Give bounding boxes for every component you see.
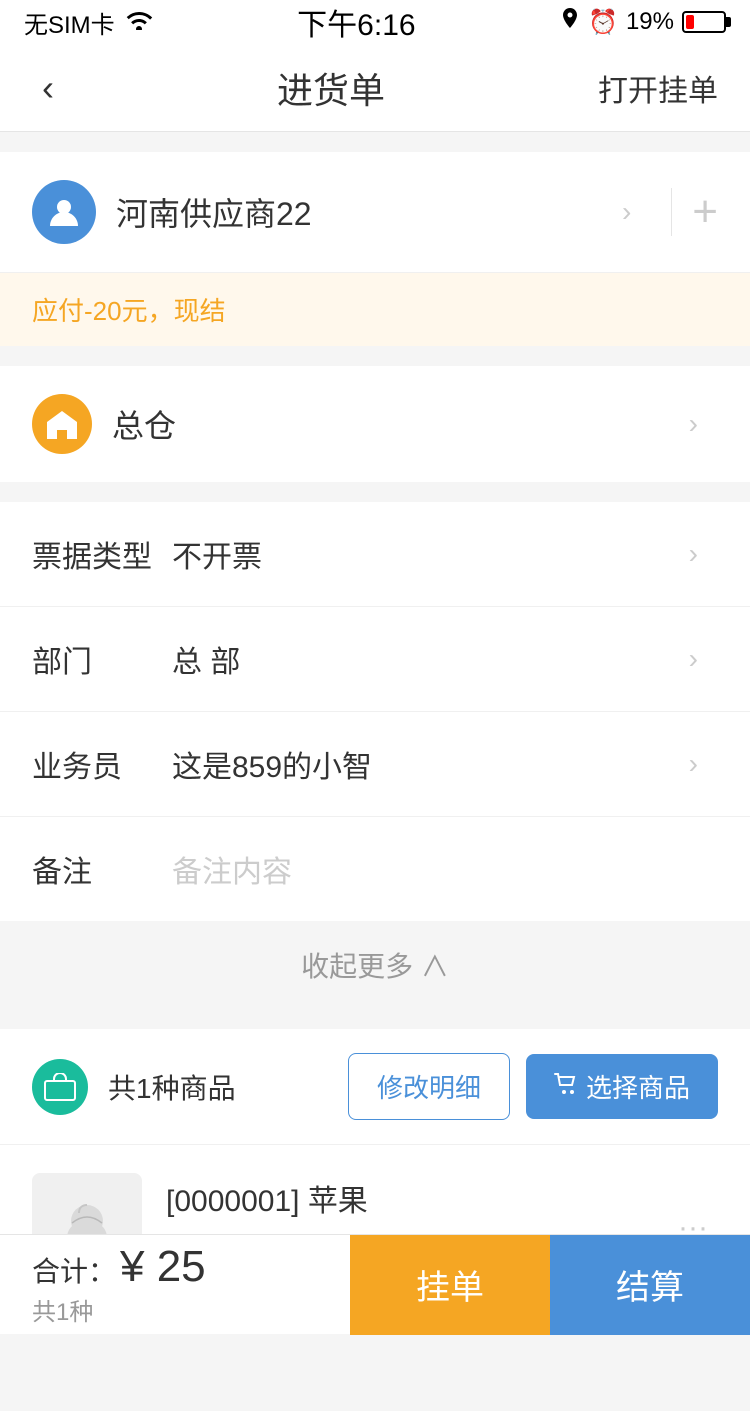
- dept-label: 部门: [32, 637, 162, 681]
- supplier-name: 河南供应商22: [116, 189, 622, 235]
- warehouse-row[interactable]: 总仓 ›: [0, 366, 750, 482]
- form-row-dept[interactable]: 部门 总 部 ›: [0, 607, 750, 712]
- spacer-1: [0, 132, 750, 152]
- bottom-bar: 合计： ¥ 25 共1种 挂单 结算: [0, 1234, 750, 1334]
- products-count: 共1种商品: [108, 1067, 348, 1107]
- status-left: 无SIM卡: [24, 5, 153, 40]
- battery-percent: 19%: [626, 8, 674, 36]
- alarm-icon: ⏰: [588, 8, 618, 37]
- status-time: 下午6:16: [297, 0, 415, 44]
- total-label: 合计：: [32, 1250, 116, 1290]
- hang-button[interactable]: 挂单: [350, 1235, 550, 1335]
- invoice-chevron-icon: ›: [689, 538, 698, 570]
- open-hang-button[interactable]: 打开挂单: [598, 66, 718, 110]
- total-amount: ¥ 25: [120, 1242, 206, 1292]
- note-value[interactable]: 备注内容: [172, 847, 718, 891]
- dept-chevron-icon: ›: [689, 643, 698, 675]
- form-row-invoice[interactable]: 票据类型 不开票 ›: [0, 502, 750, 607]
- total-section: 合计： ¥ 25 共1种: [0, 1242, 350, 1327]
- status-right: ⏰ 19%: [560, 8, 726, 37]
- add-supplier-button[interactable]: +: [692, 190, 718, 234]
- supplier-notice: 应付-20元，现结: [0, 273, 750, 346]
- edit-detail-button[interactable]: 修改明细: [348, 1053, 510, 1120]
- products-icon: [32, 1059, 88, 1115]
- salesperson-label: 业务员: [32, 742, 162, 786]
- location-icon: [560, 8, 580, 37]
- invoice-label: 票据类型: [32, 532, 162, 576]
- dept-value: 总 部: [172, 637, 689, 681]
- form-row-salesperson[interactable]: 业务员 这是859的小智 ›: [0, 712, 750, 817]
- warehouse-icon: [32, 394, 92, 454]
- invoice-value: 不开票: [172, 532, 689, 576]
- supplier-row[interactable]: 河南供应商22 › +: [0, 152, 750, 273]
- supplier-section: 河南供应商22 › + 应付-20元，现结: [0, 152, 750, 346]
- warehouse-chevron-icon: ›: [689, 408, 698, 440]
- salesperson-chevron-icon: ›: [689, 748, 698, 780]
- battery-icon: [682, 11, 726, 33]
- cart-icon: [554, 1071, 578, 1102]
- warehouse-name: 总仓: [112, 401, 689, 447]
- collapse-bar[interactable]: 收起更多 ∧: [0, 921, 750, 1009]
- select-product-button[interactable]: 选择商品: [526, 1054, 718, 1119]
- page-title: 进货单: [277, 62, 385, 114]
- products-header: 共1种商品 修改明细 选择商品: [0, 1029, 750, 1145]
- divider: [671, 188, 672, 236]
- note-label: 备注: [32, 847, 162, 891]
- wifi-icon: [125, 8, 153, 37]
- salesperson-value: 这是859的小智: [172, 742, 689, 786]
- status-bar: 无SIM卡 下午6:16 ⏰ 19%: [0, 0, 750, 44]
- form-section: 票据类型 不开票 › 部门 总 部 › 业务员 这是859的小智 › 备注 备注…: [0, 502, 750, 921]
- nav-bar: ‹ 进货单 打开挂单: [0, 44, 750, 132]
- carrier-label: 无SIM卡: [24, 5, 115, 40]
- total-count: 共1种: [32, 1292, 318, 1327]
- settle-button[interactable]: 结算: [550, 1235, 750, 1335]
- form-row-note[interactable]: 备注 备注内容: [0, 817, 750, 921]
- back-button[interactable]: ‹: [32, 57, 64, 119]
- product-name: [0000001] 苹果: [166, 1176, 668, 1220]
- warehouse-section: 总仓 ›: [0, 366, 750, 482]
- supplier-avatar: [32, 180, 96, 244]
- select-product-label: 选择商品: [586, 1068, 690, 1105]
- supplier-chevron-icon: ›: [622, 196, 631, 228]
